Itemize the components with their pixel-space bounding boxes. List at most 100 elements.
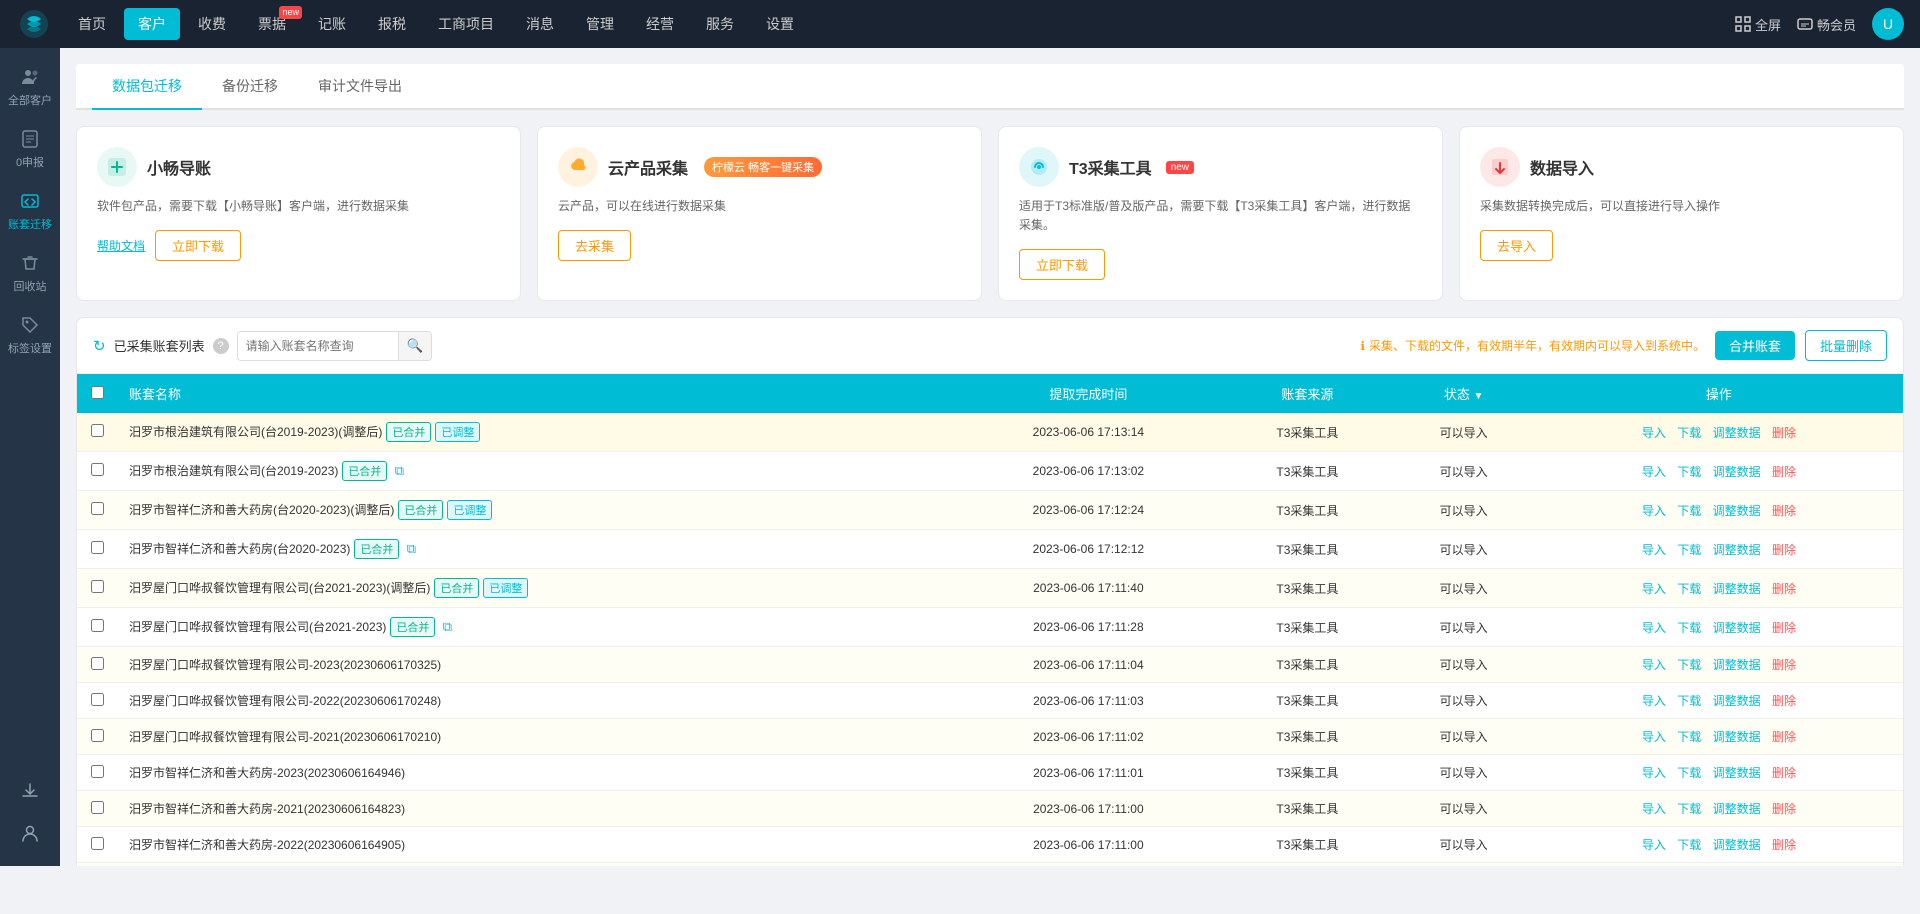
row-adjust-link[interactable]: 调整数据 [1709,694,1765,708]
merge-accounts-btn[interactable]: 合并账套 [1715,331,1795,360]
sidebar-item-all-customers[interactable]: 全部客户 [0,56,60,118]
help-icon[interactable]: ? [213,338,229,354]
fullscreen-button[interactable]: 全屏 [1735,15,1781,34]
nav-accounting[interactable]: 记账 [304,8,360,40]
row-delete-link[interactable]: 删除 [1768,766,1800,780]
row-delete-link[interactable]: 删除 [1768,838,1800,852]
row-checkbox[interactable] [91,729,104,742]
row-import-link[interactable]: 导入 [1638,694,1670,708]
tab-backup-migrate[interactable]: 备份迁移 [202,64,298,110]
row-delete-link[interactable]: 删除 [1768,543,1800,557]
row-import-link[interactable]: 导入 [1638,465,1670,479]
row-delete-link[interactable]: 删除 [1768,582,1800,596]
row-adjust-link[interactable]: 调整数据 [1709,621,1765,635]
row-import-link[interactable]: 导入 [1638,802,1670,816]
card-xiaochang-download-btn[interactable]: 立即下载 [155,230,241,261]
row-import-link[interactable]: 导入 [1638,621,1670,635]
nav-settings[interactable]: 设置 [752,8,808,40]
row-download-link[interactable]: 下载 [1673,658,1705,672]
row-adjust-link[interactable]: 调整数据 [1709,658,1765,672]
card-xiaochang-help-link[interactable]: 帮助文档 [97,237,145,254]
row-checkbox[interactable] [91,580,104,593]
row-download-link[interactable]: 下载 [1673,504,1705,518]
avatar[interactable]: U [1872,8,1904,40]
row-download-link[interactable]: 下载 [1673,582,1705,596]
reload-icon[interactable]: ↻ [93,337,106,355]
sidebar-item-zero-declare[interactable]: 0申报 [0,118,60,180]
row-checkbox[interactable] [91,837,104,850]
row-delete-link[interactable]: 删除 [1768,465,1800,479]
row-download-link[interactable]: 下载 [1673,621,1705,635]
row-delete-link[interactable]: 删除 [1768,802,1800,816]
row-adjust-link[interactable]: 调整数据 [1709,730,1765,744]
row-import-link[interactable]: 导入 [1638,838,1670,852]
member-button[interactable]: 畅会员 [1797,15,1856,34]
row-checkbox[interactable] [91,657,104,670]
search-input[interactable] [238,339,398,353]
row-download-link[interactable]: 下载 [1673,426,1705,440]
row-download-link[interactable]: 下载 [1673,838,1705,852]
nav-service[interactable]: 服务 [692,8,748,40]
row-download-link[interactable]: 下载 [1673,694,1705,708]
sidebar-item-recycle[interactable]: 回收站 [0,242,60,304]
nav-invoice[interactable]: 票据new [244,8,300,40]
row-import-link[interactable]: 导入 [1638,766,1670,780]
row-import-link[interactable]: 导入 [1638,543,1670,557]
nav-message[interactable]: 消息 [512,8,568,40]
row-download-link[interactable]: 下载 [1673,802,1705,816]
row-download-link[interactable]: 下载 [1673,730,1705,744]
row-copy-icon[interactable]: ⧉ [391,463,407,479]
row-delete-link[interactable]: 删除 [1768,426,1800,440]
row-checkbox[interactable] [91,502,104,515]
row-adjust-link[interactable]: 调整数据 [1709,766,1765,780]
row-checkbox[interactable] [91,424,104,437]
select-all-checkbox[interactable] [91,386,104,399]
row-download-link[interactable]: 下载 [1673,543,1705,557]
row-delete-link[interactable]: 删除 [1768,621,1800,635]
row-adjust-link[interactable]: 调整数据 [1709,426,1765,440]
nav-fee[interactable]: 收费 [184,8,240,40]
nav-home[interactable]: 首页 [64,8,120,40]
card-dataimport-goto-btn[interactable]: 去导入 [1480,230,1553,261]
row-checkbox[interactable] [91,619,104,632]
row-adjust-link[interactable]: 调整数据 [1709,802,1765,816]
row-delete-link[interactable]: 删除 [1768,730,1800,744]
row-adjust-link[interactable]: 调整数据 [1709,838,1765,852]
sidebar-item-user[interactable] [15,812,45,854]
row-delete-link[interactable]: 删除 [1768,658,1800,672]
nav-operation[interactable]: 经营 [632,8,688,40]
row-adjust-link[interactable]: 调整数据 [1709,582,1765,596]
card-cloud-collect-btn[interactable]: 去采集 [558,230,631,261]
row-download-link[interactable]: 下载 [1673,766,1705,780]
nav-manage[interactable]: 管理 [572,8,628,40]
row-adjust-link[interactable]: 调整数据 [1709,465,1765,479]
row-download-link[interactable]: 下载 [1673,465,1705,479]
row-import-link[interactable]: 导入 [1638,504,1670,518]
row-adjust-link[interactable]: 调整数据 [1709,543,1765,557]
row-checkbox[interactable] [91,693,104,706]
sidebar-item-account-migrate[interactable]: 账套迁移 [0,180,60,242]
tab-audit-export[interactable]: 审计文件导出 [298,64,422,110]
nav-customer[interactable]: 客户 [124,8,180,40]
row-import-link[interactable]: 导入 [1638,730,1670,744]
sidebar-item-download[interactable] [15,770,45,812]
row-import-link[interactable]: 导入 [1638,426,1670,440]
row-copy-icon[interactable]: ⧉ [439,619,455,635]
row-checkbox[interactable] [91,765,104,778]
card-t3-download-btn[interactable]: 立即下载 [1019,249,1105,280]
batch-delete-btn[interactable]: 批量删除 [1805,330,1887,361]
row-checkbox[interactable] [91,541,104,554]
row-delete-link[interactable]: 删除 [1768,504,1800,518]
nav-tax[interactable]: 报税 [364,8,420,40]
row-import-link[interactable]: 导入 [1638,658,1670,672]
sidebar-item-tag-settings[interactable]: 标签设置 [0,304,60,366]
row-checkbox[interactable] [91,463,104,476]
row-delete-link[interactable]: 删除 [1768,694,1800,708]
row-import-link[interactable]: 导入 [1638,582,1670,596]
nav-business[interactable]: 工商项目 [424,8,508,40]
row-adjust-link[interactable]: 调整数据 [1709,504,1765,518]
tab-data-migrate[interactable]: 数据包迁移 [92,64,202,110]
row-copy-icon[interactable]: ⧉ [403,541,419,557]
row-checkbox[interactable] [91,801,104,814]
search-button[interactable]: 🔍 [398,332,432,360]
